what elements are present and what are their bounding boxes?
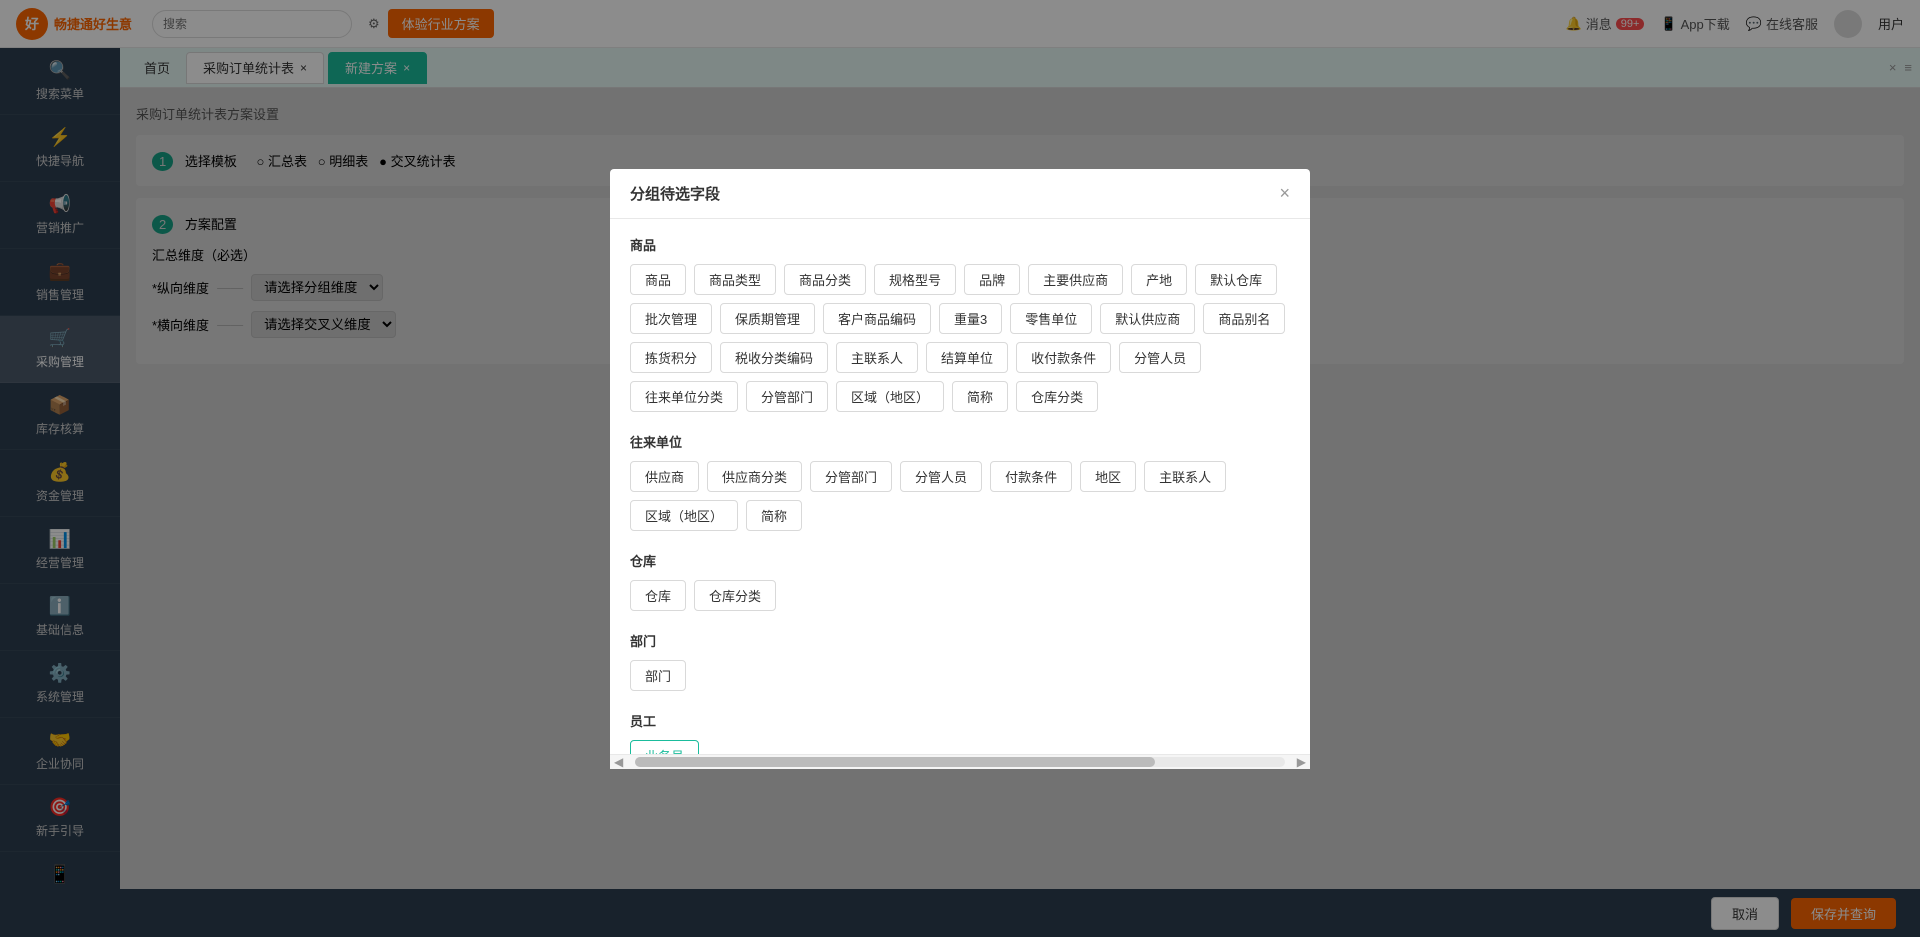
field-tag-批次管理[interactable]: 批次管理 [630, 303, 712, 334]
h-scrollbar-track[interactable] [635, 757, 1285, 767]
modal-title: 分组待选字段 [630, 183, 720, 204]
field-tag-业务员[interactable]: 业务员 [630, 740, 699, 754]
field-tag-分管部门[interactable]: 分管部门 [746, 381, 828, 412]
category-product: 商品 商品 商品类型 商品分类 规格型号 品牌 主要供应商 产地 默认仓库 批次… [630, 235, 1290, 412]
field-tag-供应商[interactable]: 供应商 [630, 461, 699, 492]
field-tag-往来单位分类[interactable]: 往来单位分类 [630, 381, 738, 412]
modal-overlay: 分组待选字段 × 商品 商品 商品类型 商品分类 规格型号 品牌 主要供应商 产… [0, 0, 1920, 937]
field-tag-商品类型[interactable]: 商品类型 [694, 264, 776, 295]
field-tag-零售单位[interactable]: 零售单位 [1010, 303, 1092, 334]
field-tag-商品别名[interactable]: 商品别名 [1203, 303, 1285, 334]
field-tag-重量3[interactable]: 重量3 [939, 303, 1002, 334]
product-tags: 商品 商品类型 商品分类 规格型号 品牌 主要供应商 产地 默认仓库 批次管理 … [630, 264, 1290, 412]
warehouse-tags: 仓库 仓库分类 [630, 580, 1290, 611]
scroll-right-arrow[interactable]: ▶ [1293, 755, 1310, 769]
field-tag-分管部门2[interactable]: 分管部门 [810, 461, 892, 492]
field-tag-客户商品编码[interactable]: 客户商品编码 [823, 303, 931, 334]
field-tag-供应商分类[interactable]: 供应商分类 [707, 461, 802, 492]
field-tag-规格型号[interactable]: 规格型号 [874, 264, 956, 295]
field-tag-收付款条件[interactable]: 收付款条件 [1016, 342, 1111, 373]
field-tag-区域地区2[interactable]: 区域（地区） [630, 500, 738, 531]
modal-header: 分组待选字段 × [610, 169, 1310, 219]
field-tag-税收分类编码[interactable]: 税收分类编码 [720, 342, 828, 373]
field-tag-区域地区[interactable]: 区域（地区） [836, 381, 944, 412]
category-department-title: 部门 [630, 631, 1290, 650]
category-product-title: 商品 [630, 235, 1290, 254]
field-tag-简称2[interactable]: 简称 [746, 500, 802, 531]
field-tag-拣货积分[interactable]: 拣货积分 [630, 342, 712, 373]
field-tag-分管人员[interactable]: 分管人员 [1119, 342, 1201, 373]
field-tag-品牌[interactable]: 品牌 [964, 264, 1020, 295]
category-employee: 员工 业务员 [630, 711, 1290, 754]
category-warehouse: 仓库 仓库 仓库分类 [630, 551, 1290, 611]
field-tag-默认仓库[interactable]: 默认仓库 [1195, 264, 1277, 295]
field-tag-部门[interactable]: 部门 [630, 660, 686, 691]
field-tag-主联系人2[interactable]: 主联系人 [1144, 461, 1226, 492]
field-select-modal: 分组待选字段 × 商品 商品 商品类型 商品分类 规格型号 品牌 主要供应商 产… [610, 169, 1310, 769]
field-tag-商品[interactable]: 商品 [630, 264, 686, 295]
h-scrollbar-thumb[interactable] [635, 757, 1155, 767]
field-tag-仓库[interactable]: 仓库 [630, 580, 686, 611]
field-tag-仓库分类2[interactable]: 仓库分类 [694, 580, 776, 611]
partner-tags: 供应商 供应商分类 分管部门 分管人员 付款条件 地区 主联系人 区域（地区） … [630, 461, 1290, 531]
category-department: 部门 部门 [630, 631, 1290, 691]
field-tag-地区[interactable]: 地区 [1080, 461, 1136, 492]
category-partner: 往来单位 供应商 供应商分类 分管部门 分管人员 付款条件 地区 主联系人 区域… [630, 432, 1290, 531]
field-tag-商品分类[interactable]: 商品分类 [784, 264, 866, 295]
scroll-left-arrow[interactable]: ◀ [610, 755, 627, 769]
department-tags: 部门 [630, 660, 1290, 691]
modal-body: 商品 商品 商品类型 商品分类 规格型号 品牌 主要供应商 产地 默认仓库 批次… [610, 219, 1310, 754]
field-tag-主联系人[interactable]: 主联系人 [836, 342, 918, 373]
field-tag-简称[interactable]: 简称 [952, 381, 1008, 412]
field-tag-产地[interactable]: 产地 [1131, 264, 1187, 295]
category-employee-title: 员工 [630, 711, 1290, 730]
field-tag-结算单位[interactable]: 结算单位 [926, 342, 1008, 373]
category-warehouse-title: 仓库 [630, 551, 1290, 570]
modal-horizontal-scrollbar[interactable]: ◀ ▶ [610, 754, 1310, 769]
field-tag-仓库分类[interactable]: 仓库分类 [1016, 381, 1098, 412]
category-partner-title: 往来单位 [630, 432, 1290, 451]
field-tag-分管人员2[interactable]: 分管人员 [900, 461, 982, 492]
employee-tags: 业务员 [630, 740, 1290, 754]
field-tag-默认供应商[interactable]: 默认供应商 [1100, 303, 1195, 334]
modal-close-button[interactable]: × [1279, 184, 1290, 202]
field-tag-保质期管理[interactable]: 保质期管理 [720, 303, 815, 334]
field-tag-主要供应商[interactable]: 主要供应商 [1028, 264, 1123, 295]
field-tag-付款条件[interactable]: 付款条件 [990, 461, 1072, 492]
